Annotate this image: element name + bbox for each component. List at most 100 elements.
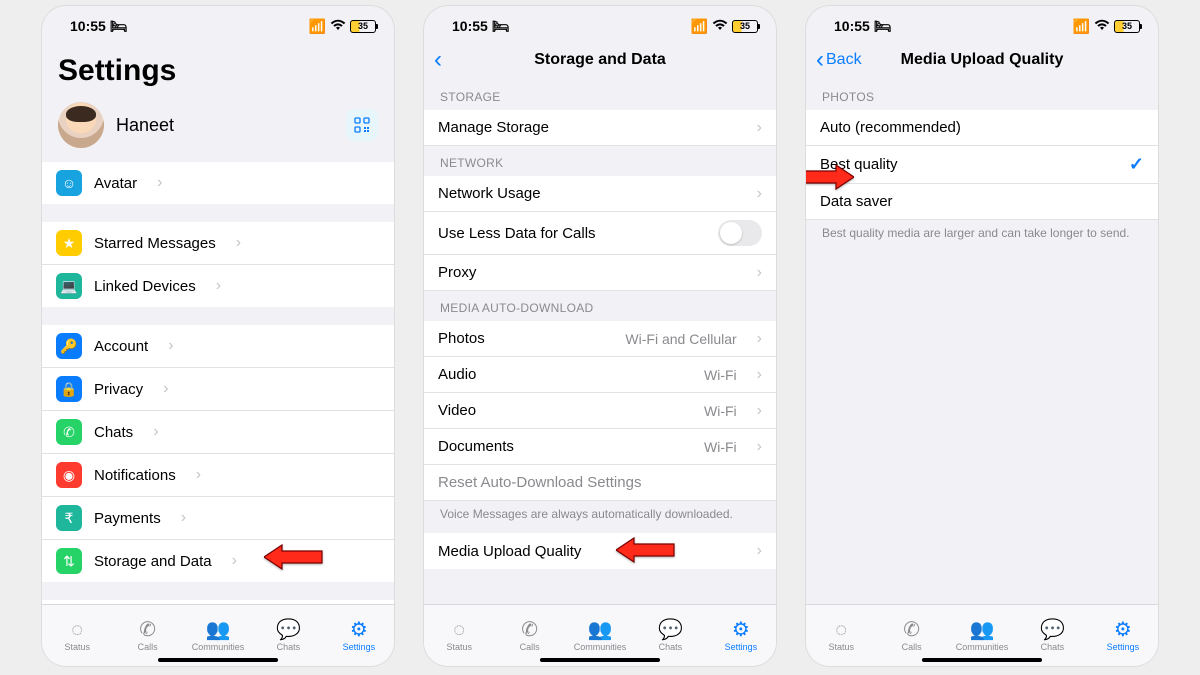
status-bar: 10:55 🛏 📶 35 (42, 6, 394, 40)
row-network-usage[interactable]: Network Usage › (424, 176, 776, 212)
tab-calls[interactable]: ✆Calls (112, 605, 182, 666)
chevron-right-icon: › (757, 366, 762, 384)
row-audio[interactable]: Audio Wi-Fi › (424, 357, 776, 393)
lock-icon: 🔒 (56, 376, 82, 402)
row-documents[interactable]: Documents Wi-Fi › (424, 429, 776, 465)
screen-settings: 10:55 🛏 📶 35 Settings Haneet ☺ Avatar › (42, 6, 394, 666)
chevron-right-icon: › (168, 337, 173, 355)
wifi-icon (1094, 18, 1110, 34)
row-privacy[interactable]: 🔒 Privacy › (42, 368, 394, 411)
less-data-toggle[interactable] (718, 220, 762, 246)
status-icon: ◌ (71, 620, 83, 640)
highlight-arrow-icon (616, 537, 676, 563)
signal-icon: 📶 (691, 18, 708, 35)
status-time: 10:55 (834, 18, 870, 34)
wifi-icon (712, 18, 728, 34)
chevron-right-icon: › (196, 466, 201, 484)
screen-media-upload-quality: 10:55 🛏 📶 35 ‹Back Media Upload Quality … (806, 6, 1158, 666)
tab-bar: ◌Status ✆Calls 👥Communities 💬Chats ⚙Sett… (42, 604, 394, 666)
nav-title: Media Upload Quality (901, 51, 1064, 69)
row-avatar[interactable]: ☺ Avatar › (42, 162, 394, 204)
row-notifications[interactable]: ◉ Notifications › (42, 454, 394, 497)
bed-icon: 🛏 (110, 18, 128, 35)
row-help[interactable]: i Help › (42, 600, 394, 604)
tab-settings[interactable]: ⚙Settings (1088, 605, 1158, 666)
option-best-quality[interactable]: Best quality ✓ (806, 146, 1158, 184)
chevron-right-icon: › (757, 542, 762, 560)
back-button[interactable]: ‹Back (816, 48, 862, 72)
row-account[interactable]: 🔑 Account › (42, 325, 394, 368)
row-linked-devices[interactable]: 💻 Linked Devices › (42, 265, 394, 307)
chevron-right-icon: › (757, 330, 762, 348)
chevron-right-icon: › (232, 552, 237, 570)
status-time: 10:55 (452, 18, 488, 34)
chevron-right-icon: › (757, 402, 762, 420)
row-payments[interactable]: ₹ Payments › (42, 497, 394, 540)
chevron-right-icon: › (757, 264, 762, 282)
chat-icon: 💬 (658, 620, 683, 640)
back-button[interactable]: ‹ (434, 48, 444, 72)
row-manage-storage[interactable]: Manage Storage › (424, 110, 776, 146)
status-icon: ◌ (453, 620, 465, 640)
tab-status[interactable]: ◌Status (42, 605, 112, 666)
chevron-right-icon: › (757, 119, 762, 137)
memoji-avatar (58, 102, 104, 148)
signal-icon: 📶 (309, 18, 326, 35)
bed-icon: 🛏 (492, 18, 510, 35)
tab-chats[interactable]: 💬Chats (635, 605, 705, 666)
tab-chats[interactable]: 💬Chats (253, 605, 323, 666)
tab-status[interactable]: ◌Status (806, 605, 876, 666)
profile-row[interactable]: Haneet (42, 96, 394, 162)
row-proxy[interactable]: Proxy › (424, 255, 776, 291)
check-icon: ✓ (1129, 154, 1144, 175)
tab-communities[interactable]: 👥Communities (183, 605, 253, 666)
tab-communities[interactable]: 👥Communities (565, 605, 635, 666)
section-header-network: NETWORK (424, 146, 776, 176)
status-bar: 10:55 🛏 📶 35 (424, 6, 776, 40)
row-media-upload-quality[interactable]: Media Upload Quality › (424, 533, 776, 569)
tab-communities[interactable]: 👥Communities (947, 605, 1017, 666)
tab-bar: ◌Status ✆Calls 👥Communities 💬Chats ⚙Sett… (806, 604, 1158, 666)
tab-chats[interactable]: 💬Chats (1017, 605, 1087, 666)
tab-bar: ◌Status ✆Calls 👥Communities 💬Chats ⚙Sett… (424, 604, 776, 666)
tab-status[interactable]: ◌Status (424, 605, 494, 666)
nav-bar: ‹ Storage and Data (424, 40, 776, 80)
row-photos[interactable]: Photos Wi-Fi and Cellular › (424, 321, 776, 357)
row-video[interactable]: Video Wi-Fi › (424, 393, 776, 429)
screen-storage-data: 10:55 🛏 📶 35 ‹ Storage and Data STORAGE … (424, 6, 776, 666)
option-auto[interactable]: Auto (recommended) (806, 110, 1158, 146)
footnote-quality: Best quality media are larger and can ta… (806, 220, 1158, 252)
avatar-icon: ☺ (56, 170, 82, 196)
status-icon: ◌ (835, 620, 847, 640)
bed-icon: 🛏 (874, 18, 892, 35)
tab-settings[interactable]: ⚙Settings (324, 605, 394, 666)
row-reset-autodownload[interactable]: Reset Auto-Download Settings (424, 465, 776, 501)
phone-icon: ✆ (903, 620, 920, 640)
signal-icon: 📶 (1073, 18, 1090, 35)
row-starred[interactable]: ★ Starred Messages › (42, 222, 394, 265)
home-indicator[interactable] (158, 658, 278, 662)
tab-calls[interactable]: ✆Calls (876, 605, 946, 666)
nav-title: Storage and Data (534, 51, 666, 69)
row-chats[interactable]: ✆ Chats › (42, 411, 394, 454)
wifi-icon (330, 18, 346, 34)
star-icon: ★ (56, 230, 82, 256)
section-header-photos: PHOTOS (806, 80, 1158, 110)
row-less-data[interactable]: Use Less Data for Calls (424, 212, 776, 255)
home-indicator[interactable] (922, 658, 1042, 662)
tab-calls[interactable]: ✆Calls (494, 605, 564, 666)
qr-button[interactable] (346, 109, 378, 141)
tab-settings[interactable]: ⚙Settings (706, 605, 776, 666)
chat-icon: 💬 (276, 620, 301, 640)
key-icon: 🔑 (56, 333, 82, 359)
arrows-icon: ⇅ (56, 548, 82, 574)
home-indicator[interactable] (540, 658, 660, 662)
chat-icon: 💬 (1040, 620, 1065, 640)
option-data-saver[interactable]: Data saver (806, 184, 1158, 220)
chevron-right-icon: › (153, 423, 158, 441)
row-storage-data[interactable]: ⇅ Storage and Data › (42, 540, 394, 582)
chevron-right-icon: › (757, 438, 762, 456)
phone-icon: ✆ (139, 620, 156, 640)
people-icon: 👥 (206, 620, 231, 640)
people-icon: 👥 (588, 620, 613, 640)
